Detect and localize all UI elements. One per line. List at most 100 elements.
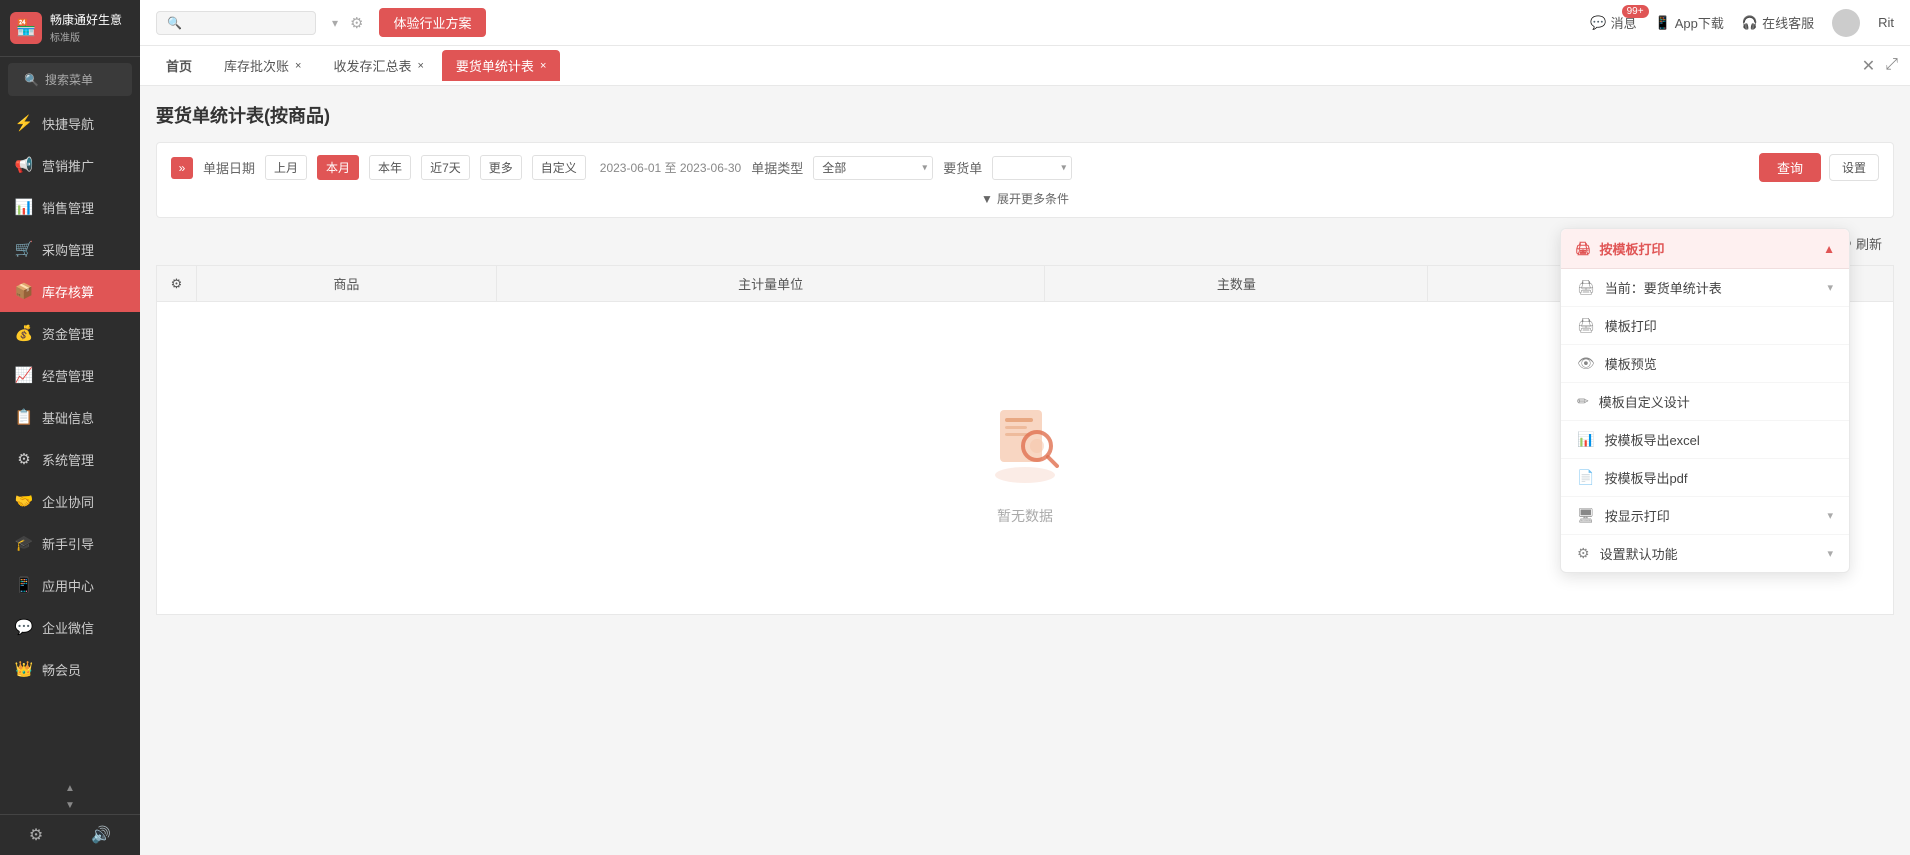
date-btn-7days[interactable]: 近7天	[421, 155, 470, 180]
app-name: 畅康通好生意	[50, 12, 122, 29]
order-type-select[interactable]: 全部 要货单 退货单	[813, 156, 933, 180]
topbar: 🔍 ▾ ⚙ 体验行业方案 💬 消息 99+ 📱 App下载 🎧 在线客服 Rit	[140, 0, 1910, 46]
sidebar-item-quick-nav[interactable]: ⚡ 快捷导航	[0, 102, 140, 144]
nav-label: 库存核算	[42, 282, 94, 301]
template-print-item[interactable]: 🖨 模板打印	[1561, 307, 1849, 345]
sidebar-item-finance[interactable]: 💰 资金管理	[0, 312, 140, 354]
sidebar-nav: ⚡ 快捷导航 📢 营销推广 📊 销售管理 🛒 采购管理 📦 库存核算 💰 资金管…	[0, 102, 140, 780]
business-icon: 📈	[14, 365, 34, 385]
sidebar-item-sales[interactable]: 📊 销售管理	[0, 186, 140, 228]
set-default-arrow-icon: ▾	[1827, 547, 1833, 560]
tab-close-icon[interactable]: ×	[417, 60, 423, 72]
sidebar-search[interactable]: 🔍 搜索菜单	[8, 63, 132, 96]
empty-illustration	[975, 390, 1075, 490]
display-print-icon: 🖥	[1577, 507, 1595, 524]
expand-collapse-icon[interactable]: »	[171, 157, 193, 179]
nav-label: 资金管理	[42, 324, 94, 343]
filter-expand-row: ▼ 展开更多条件	[171, 190, 1879, 207]
sidebar-item-system[interactable]: ⚙ 系统管理	[0, 438, 140, 480]
sidebar-item-guide[interactable]: 🎓 新手引导	[0, 522, 140, 564]
goods-select-wrapper: ▾	[992, 156, 1072, 180]
tab-home[interactable]: 首页	[152, 50, 206, 81]
date-btn-more[interactable]: 更多	[480, 155, 522, 180]
set-default-icon: ⚙	[1577, 545, 1590, 562]
tab-order-stats[interactable]: 要货单统计表 ×	[442, 50, 560, 81]
tab-inventory-batch[interactable]: 库存批次账 ×	[210, 50, 315, 81]
app-edition: 标准版	[50, 29, 122, 44]
query-button[interactable]: 查询	[1759, 153, 1821, 182]
sidebar-item-app-center[interactable]: 📱 应用中心	[0, 564, 140, 606]
sidebar-item-inventory[interactable]: 📦 库存核算	[0, 270, 140, 312]
sidebar-item-member[interactable]: 👑 畅会员	[0, 648, 140, 690]
marketing-icon: 📢	[14, 155, 34, 175]
date-btn-this-year[interactable]: 本年	[369, 155, 411, 180]
order-type-select-wrapper: 全部 要货单 退货单 ▾	[813, 156, 933, 180]
set-default-item[interactable]: ⚙ 设置默认功能 ▾	[1561, 535, 1849, 572]
current-template-item[interactable]: 🖨 当前：要货单统计表 ▾	[1561, 269, 1849, 307]
nav-label: 销售管理	[42, 198, 94, 217]
user-avatar[interactable]	[1832, 9, 1860, 37]
audio-icon[interactable]: 🔊	[91, 825, 111, 845]
sidebar-scroll-up[interactable]: ▲	[61, 782, 79, 795]
current-template-sub: 当前：要货单统计表 ▾	[1605, 278, 1833, 297]
template-preview-item[interactable]: 👁 模板预览	[1561, 345, 1849, 383]
dropdown-header[interactable]: 🖨 按模板打印 ▲	[1561, 229, 1849, 269]
printer-header-icon: 🖨	[1575, 241, 1592, 257]
topbar-search-box[interactable]: 🔍	[156, 11, 316, 35]
app-center-icon: 📱	[14, 575, 34, 595]
page-title: 要货单统计表(按商品)	[156, 102, 1894, 128]
sidebar-item-enterprise[interactable]: 🤝 企业协同	[0, 480, 140, 522]
col-header-unit: 主计量单位	[496, 266, 1045, 302]
app-download-btn[interactable]: 📱 App下载	[1655, 13, 1724, 32]
wechat-icon: 💬	[14, 617, 34, 637]
tab-label: 库存批次账	[224, 56, 289, 75]
window-close-icon[interactable]: ✕	[1862, 56, 1875, 76]
col-header-quantity: 主数量	[1045, 266, 1428, 302]
template-design-icon: ✏	[1577, 393, 1589, 410]
expand-more-btn[interactable]: ▼ 展开更多条件	[981, 190, 1069, 207]
dropdown-title-area: 🖨 按模板打印	[1575, 239, 1665, 258]
sidebar-item-wechat[interactable]: 💬 企业微信	[0, 606, 140, 648]
template-preview-icon: 👁	[1577, 355, 1595, 372]
table-settings-icon[interactable]: ⚙	[171, 276, 183, 291]
app-download-label: App下载	[1675, 13, 1724, 32]
filter-bar: » 单据日期 上月 本月 本年 近7天 更多 自定义 2023-06-01 至 …	[156, 142, 1894, 218]
trial-btn[interactable]: 体验行业方案	[379, 8, 485, 37]
date-btn-this-month[interactable]: 本月	[317, 155, 359, 180]
excel-icon: 📊	[1577, 431, 1594, 448]
sidebar-scroll-down[interactable]: ▼	[61, 799, 79, 812]
display-print-item[interactable]: 🖥 按显示打印 ▾	[1561, 497, 1849, 535]
dropdown-title: 按模板打印	[1600, 239, 1665, 258]
date-btn-custom[interactable]: 自定义	[532, 155, 586, 180]
tab-close-active-icon[interactable]: ×	[540, 60, 546, 72]
sidebar-item-basic-info[interactable]: 📋 基础信息	[0, 396, 140, 438]
basic-info-icon: 📋	[14, 407, 34, 427]
goods-select[interactable]	[992, 156, 1072, 180]
tab-collection-report[interactable]: 收发存汇总表 ×	[319, 50, 437, 81]
sales-icon: 📊	[14, 197, 34, 217]
nav-label: 营销推广	[42, 156, 94, 175]
template-export-excel-item[interactable]: 📊 按模板导出excel	[1561, 421, 1849, 459]
topbar-chevron-icon[interactable]: ▾	[332, 16, 338, 30]
sidebar-item-marketing[interactable]: 📢 营销推广	[0, 144, 140, 186]
settings-icon[interactable]: ⚙	[29, 825, 43, 845]
nav-label: 企业协同	[42, 492, 94, 511]
sidebar-item-business[interactable]: 📈 经营管理	[0, 354, 140, 396]
message-btn[interactable]: 💬 消息 99+	[1590, 13, 1636, 32]
system-icon: ⚙	[14, 449, 34, 469]
window-buttons: ✕ ⤢	[1862, 56, 1898, 76]
template-export-pdf-item[interactable]: 📄 按模板导出pdf	[1561, 459, 1849, 497]
template-export-excel-label: 按模板导出excel	[1604, 430, 1699, 449]
settings-button[interactable]: 设置	[1829, 154, 1879, 181]
topbar-gear-icon[interactable]: ⚙	[350, 14, 363, 32]
online-service-btn[interactable]: 🎧 在线客服	[1742, 13, 1814, 32]
tab-close-icon[interactable]: ×	[295, 60, 301, 72]
quick-nav-icon: ⚡	[14, 113, 34, 133]
sidebar-item-purchase[interactable]: 🛒 采购管理	[0, 228, 140, 270]
app-logo: 🏪 畅康通好生意 标准版	[0, 0, 140, 57]
table-settings-header[interactable]: ⚙	[157, 266, 197, 302]
template-design-item[interactable]: ✏ 模板自定义设计	[1561, 383, 1849, 421]
window-expand-icon[interactable]: ⤢	[1885, 56, 1898, 76]
date-btn-last-month[interactable]: 上月	[265, 155, 307, 180]
nav-label: 畅会员	[42, 660, 81, 679]
